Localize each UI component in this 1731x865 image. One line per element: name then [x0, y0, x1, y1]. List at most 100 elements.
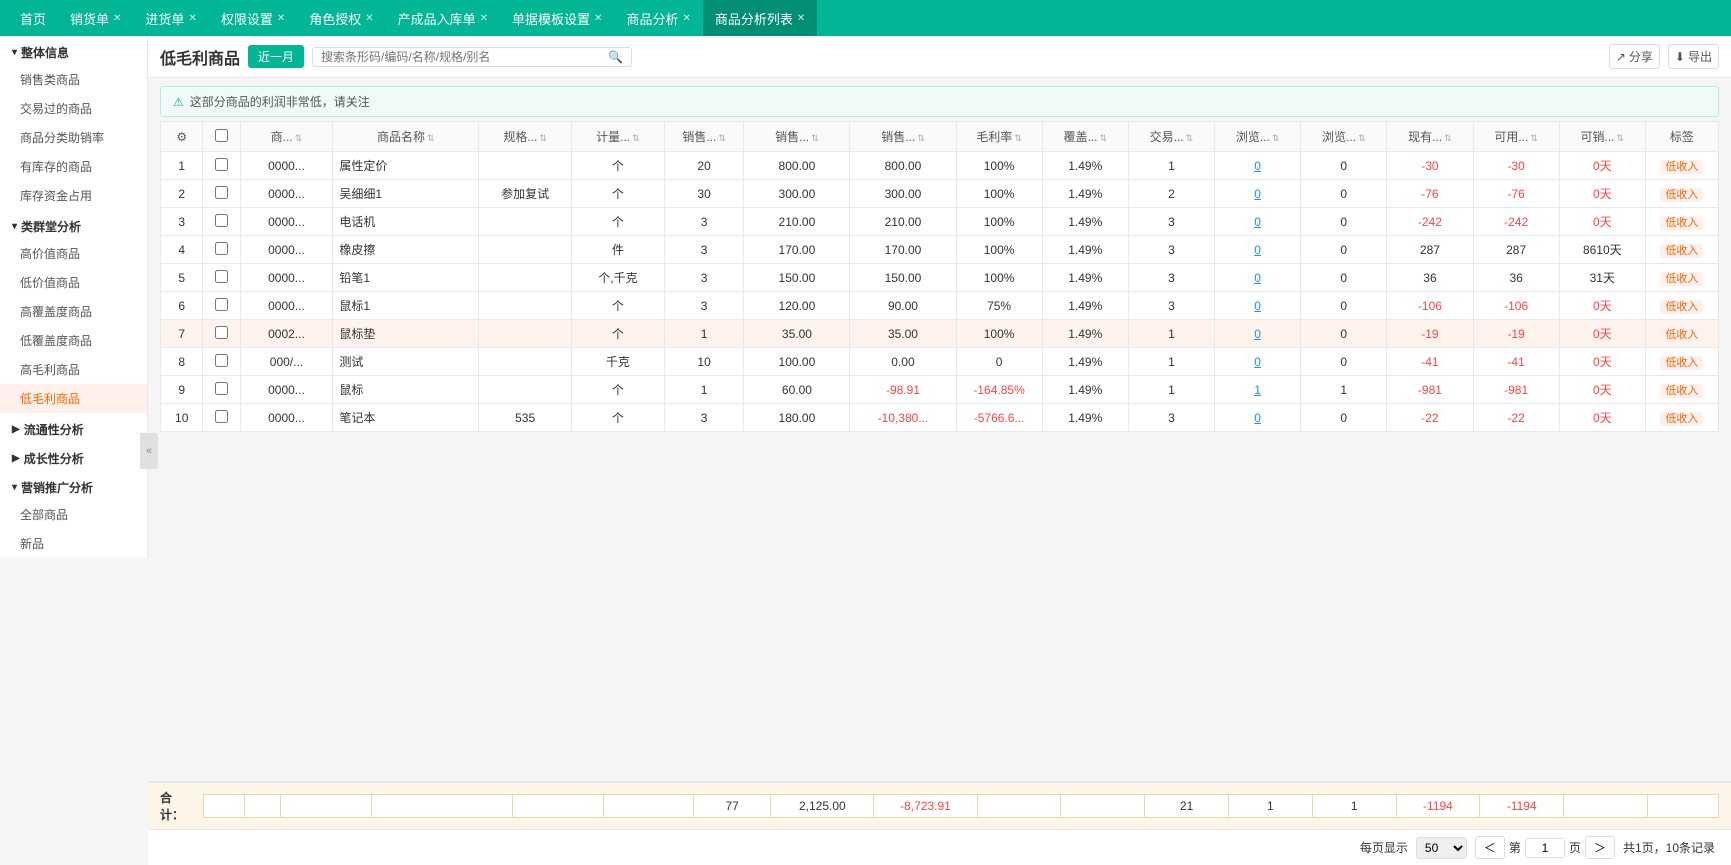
sidebar-item-high-value[interactable]: 高价值商品 [0, 239, 147, 268]
date-filter-button[interactable]: 近一月 [248, 45, 304, 68]
export-button[interactable]: ⬇ 导出 [1668, 44, 1719, 69]
th-sellable-stock[interactable]: 可销...⇅ [1559, 122, 1645, 152]
th-current-stock[interactable]: 现有...⇅ [1387, 122, 1473, 152]
row-checkbox[interactable] [203, 152, 240, 180]
sidebar-item-all-products[interactable]: 全部商品 [0, 500, 147, 529]
row-checkbox[interactable] [203, 208, 240, 236]
view1-link[interactable]: 0 [1254, 271, 1261, 285]
sidebar-item-high-margin[interactable]: 高毛利商品 [0, 355, 147, 384]
nav-item-home[interactable]: 首页 [8, 0, 58, 36]
view1-link[interactable]: 1 [1254, 383, 1261, 397]
th-checkbox[interactable] [203, 122, 240, 152]
total-trade: 21 [1145, 795, 1229, 818]
close-icon[interactable]: ✕ [188, 13, 196, 24]
nav-item-roles[interactable]: 角色授权 ✕ [297, 0, 385, 36]
row-checkbox[interactable] [203, 348, 240, 376]
th-settings[interactable]: ⚙ [161, 122, 203, 152]
view1-link[interactable]: 0 [1254, 411, 1261, 425]
nav-item-product-analysis[interactable]: 商品分析 ✕ [614, 0, 702, 36]
th-coverage[interactable]: 覆盖...⇅ [1042, 122, 1128, 152]
row-checkbox[interactable] [203, 320, 240, 348]
row-view1[interactable]: 0 [1215, 152, 1301, 180]
sidebar-item-category-sales-rate[interactable]: 商品分类助销率 [0, 123, 147, 152]
row-view1[interactable]: 1 [1215, 376, 1301, 404]
row-view1[interactable]: 0 [1215, 180, 1301, 208]
th-sale-qty[interactable]: 销售...⇅ [664, 122, 744, 152]
row-checkbox[interactable] [203, 236, 240, 264]
row-sale-amount: 300.00 [850, 180, 956, 208]
sidebar-item-low-value[interactable]: 低价值商品 [0, 268, 147, 297]
view1-link[interactable]: 0 [1254, 215, 1261, 229]
row-view1[interactable]: 0 [1215, 292, 1301, 320]
close-icon[interactable]: ✕ [113, 13, 121, 24]
view1-link[interactable]: 0 [1254, 327, 1261, 341]
sidebar-collapse-button[interactable]: « [140, 433, 158, 469]
sidebar-item-stocked-products[interactable]: 有库存的商品 [0, 152, 147, 181]
close-icon[interactable]: ✕ [365, 13, 373, 24]
row-checkbox[interactable] [203, 404, 240, 432]
view1-link[interactable]: 0 [1254, 243, 1261, 257]
close-icon[interactable]: ✕ [797, 13, 805, 24]
th-unit[interactable]: 计量...⇅ [572, 122, 665, 152]
sidebar-item-low-margin[interactable]: 低毛利商品 [0, 384, 147, 413]
row-view1[interactable]: 0 [1215, 348, 1301, 376]
th-trade[interactable]: 交易...⇅ [1128, 122, 1214, 152]
row-checkbox[interactable] [203, 292, 240, 320]
close-icon[interactable]: ✕ [480, 13, 488, 24]
row-tag: 低收入 [1645, 236, 1718, 264]
row-checkbox[interactable] [203, 376, 240, 404]
th-view1[interactable]: 浏览...⇅ [1215, 122, 1301, 152]
sidebar-item-new-products[interactable]: 新品 [0, 529, 147, 558]
sidebar-group-growth[interactable]: ▶ 成长性分析 [0, 442, 147, 471]
prev-page-button[interactable]: ＜ [1475, 836, 1505, 859]
per-page-select[interactable]: 50 20 100 [1416, 837, 1467, 859]
close-icon[interactable]: ✕ [682, 13, 690, 24]
page-input[interactable] [1525, 838, 1565, 858]
nav-item-template-settings[interactable]: 单据模板设置 ✕ [500, 0, 614, 36]
sidebar-item-low-coverage[interactable]: 低覆盖度商品 [0, 326, 147, 355]
select-all-checkbox[interactable] [215, 129, 228, 142]
row-sellable-stock: 0天 [1559, 180, 1645, 208]
row-view1[interactable]: 0 [1215, 320, 1301, 348]
th-tag[interactable]: 标签 [1645, 122, 1718, 152]
view1-link[interactable]: 0 [1254, 159, 1261, 173]
view1-link[interactable]: 0 [1254, 187, 1261, 201]
row-index: 7 [161, 320, 203, 348]
row-view1[interactable]: 0 [1215, 236, 1301, 264]
sidebar-item-high-coverage[interactable]: 高覆盖度商品 [0, 297, 147, 326]
sidebar-group-marketing[interactable]: ▾ 营销推广分析 [0, 471, 147, 500]
sidebar-group-circulation[interactable]: ▶ 流通性分析 [0, 413, 147, 442]
nav-item-permissions[interactable]: 权限设置 ✕ [209, 0, 297, 36]
th-view2[interactable]: 浏览...⇅ [1301, 122, 1387, 152]
th-code[interactable]: 商...⇅ [240, 122, 333, 152]
search-icon[interactable]: 🔍 [608, 50, 623, 64]
view1-link[interactable]: 0 [1254, 299, 1261, 313]
th-sale-price[interactable]: 销售...⇅ [744, 122, 850, 152]
close-icon[interactable]: ✕ [277, 13, 285, 24]
nav-item-product-analysis-list[interactable]: 商品分析列表 ✕ [703, 0, 817, 36]
sidebar-item-sales-products[interactable]: 销售类商品 [0, 65, 147, 94]
close-icon[interactable]: ✕ [594, 13, 602, 24]
share-button[interactable]: ↗ 分享 [1609, 44, 1660, 69]
th-sale-amount[interactable]: 销售...⇅ [850, 122, 956, 152]
row-checkbox[interactable] [203, 264, 240, 292]
th-spec[interactable]: 规格...⇅ [479, 122, 572, 152]
next-page-button[interactable]: ＞ [1585, 836, 1615, 859]
view1-link[interactable]: 0 [1254, 355, 1261, 369]
row-checkbox[interactable] [203, 180, 240, 208]
search-input[interactable] [321, 50, 608, 64]
nav-item-product-entry[interactable]: 产成品入库单 ✕ [386, 0, 500, 36]
row-view1[interactable]: 0 [1215, 404, 1301, 432]
row-view1[interactable]: 0 [1215, 208, 1301, 236]
sidebar-item-traded-products[interactable]: 交易过的商品 [0, 94, 147, 123]
th-gross-margin[interactable]: 毛利率⇅ [956, 122, 1042, 152]
row-view1[interactable]: 0 [1215, 264, 1301, 292]
nav-item-purchase[interactable]: 进货单 ✕ [133, 0, 208, 36]
th-available-stock[interactable]: 可用...⇅ [1473, 122, 1559, 152]
row-unit: 个 [572, 292, 665, 320]
sidebar-group-overall[interactable]: ▾ 整体信息 [0, 36, 147, 65]
sidebar-item-inventory-capital[interactable]: 库存资金占用 [0, 181, 147, 210]
th-name[interactable]: 商品名称⇅ [333, 122, 479, 152]
sidebar-group-cluster[interactable]: ▾ 类群堂分析 [0, 210, 147, 239]
nav-item-sales[interactable]: 销货单 ✕ [58, 0, 133, 36]
